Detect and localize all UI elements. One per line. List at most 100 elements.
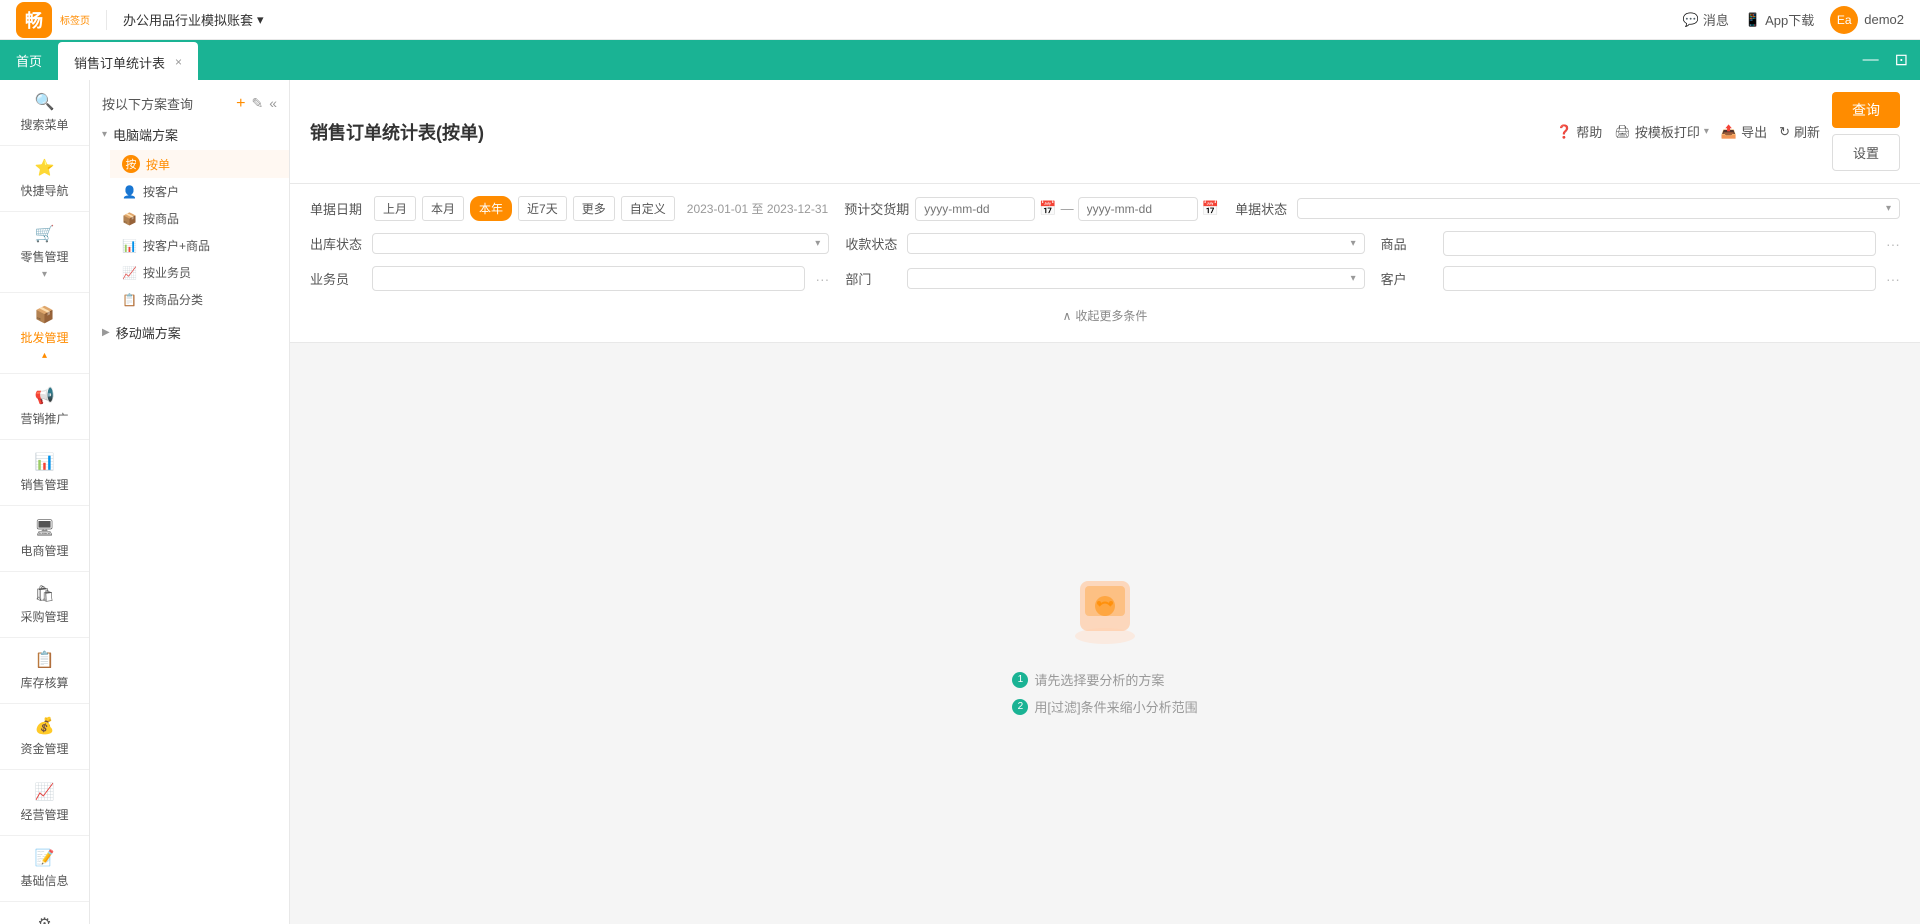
empty-tips: 1 请先选择要分析的方案 2 用[过滤]条件来缩小分析范围 [1012, 670, 1197, 716]
wholesale-icon: 📦 [35, 305, 55, 325]
status-filter-group: 单据状态 ▾ [1235, 198, 1900, 219]
tree-item-by-salesperson[interactable]: 📈 按业务员 [110, 259, 289, 286]
sidebar-item-ecommerce[interactable]: 🖥 电商管理 [0, 506, 89, 572]
export-btn[interactable]: 📤 导出 [1721, 122, 1767, 141]
product-icon: 📦 [122, 212, 137, 226]
tree-mobile-expand-icon: ▶ [102, 327, 110, 338]
star-icon: ⭐ [35, 158, 55, 178]
tree-pc-section[interactable]: ▾ 电脑端方案 [90, 119, 289, 150]
tab-close-icon[interactable]: × [175, 55, 182, 69]
sidebar-item-search[interactable]: 🔍 搜索菜单 [0, 80, 89, 146]
finance-icon: 💰 [35, 716, 55, 736]
maximize-btn[interactable]: ⊡ [1891, 46, 1912, 74]
empty-tip-2: 2 用[过滤]条件来缩小分析范围 [1012, 697, 1197, 716]
status-select[interactable]: ▾ [1297, 198, 1900, 219]
tab-active[interactable]: 销售订单统计表 × [58, 42, 198, 82]
filter-row-1: 单据日期 上月 本月 本年 近7天 更多 自定义 2023-01-01 至 20… [310, 196, 1900, 221]
date-btn-this-year[interactable]: 本年 [470, 196, 512, 221]
sidebar-item-finance[interactable]: 💰 资金管理 [0, 704, 89, 770]
product-filter-group: 商品 ··· [1381, 231, 1900, 256]
date-label: 单据日期 [310, 199, 366, 218]
cal-icon-start[interactable]: 📅 [1039, 200, 1056, 217]
marketing-icon: 📢 [35, 386, 55, 406]
collapse-up-icon: ∧ [1063, 309, 1072, 323]
sidebar-item-basic[interactable]: 📝 基础信息 [0, 836, 89, 902]
sidebar-item-quick-nav[interactable]: ⭐ 快捷导航 [0, 146, 89, 212]
date-btn-last-month[interactable]: 上月 [374, 196, 416, 221]
salesperson-input[interactable] [372, 266, 805, 291]
sidebar-item-sales[interactable]: 📊 销售管理 [0, 440, 89, 506]
customer-more-icon[interactable]: ··· [1886, 271, 1900, 287]
product-label: 商品 [1381, 234, 1437, 253]
salesperson-icon: 📈 [122, 266, 137, 280]
tree-item-by-order[interactable]: 按 按单 [110, 150, 289, 178]
edit-scheme-btn[interactable]: ✎ [251, 95, 263, 113]
salesperson-filter-group: 业务员 ··· [310, 266, 829, 291]
page-header: 销售订单统计表(按单) ❓ 帮助 🖨 按模板打印 ▾ 📤 导出 [290, 80, 1920, 184]
right-panel: 销售订单统计表(按单) ❓ 帮助 🖨 按模板打印 ▾ 📤 导出 [290, 80, 1920, 924]
salesperson-label: 业务员 [310, 269, 366, 288]
chevron-up-icon: ▴ [42, 350, 47, 361]
customer-filter-group: 客户 ··· [1381, 266, 1900, 291]
sidebar-item-marketing[interactable]: 📢 营销推广 [0, 374, 89, 440]
app-download-btn[interactable]: 📱 App下载 [1745, 10, 1814, 29]
tab-home[interactable]: 首页 [0, 40, 58, 80]
topbar-right: 💬 消息 📱 App下载 Ea demo2 [1683, 6, 1904, 34]
collapse-filter-btn[interactable]: ∧ 收起更多条件 [310, 301, 1900, 330]
customer-input[interactable] [1443, 266, 1876, 291]
tree-item-by-product[interactable]: 📦 按商品 [110, 205, 289, 232]
payment-label: 收款状态 [845, 234, 901, 253]
payment-dropdown-icon: ▾ [1351, 238, 1356, 249]
collapse-panel-btn[interactable]: « [269, 95, 277, 113]
print-btn[interactable]: 🖨 按模板打印 ▾ [1614, 122, 1709, 141]
empty-state: 1 请先选择要分析的方案 2 用[过滤]条件来缩小分析范围 [290, 343, 1920, 924]
product-input[interactable] [1443, 231, 1876, 256]
expected-date-end[interactable] [1078, 197, 1198, 221]
industry-selector[interactable]: 办公用品行业模拟账套 ▾ [123, 10, 264, 29]
date-btn-this-month[interactable]: 本月 [422, 196, 464, 221]
tabbar: 首页 销售订单统计表 × — ⊡ [0, 40, 1920, 80]
payment-select[interactable]: ▾ [907, 233, 1364, 254]
query-btn[interactable]: 查询 [1832, 92, 1900, 128]
sidebar-item-operations[interactable]: 📈 经营管理 [0, 770, 89, 836]
tree-mobile-section[interactable]: ▶ 移动端方案 [90, 317, 289, 348]
delivery-dropdown-icon: ▾ [815, 238, 820, 249]
message-btn[interactable]: 💬 消息 [1683, 10, 1729, 29]
tree-item-by-customer[interactable]: 👤 按客户 [110, 178, 289, 205]
date-btn-7days[interactable]: 近7天 [518, 196, 567, 221]
filter-row-2: 出库状态 ▾ 收款状态 ▾ 商品 [310, 231, 1900, 256]
add-scheme-btn[interactable]: + [236, 95, 245, 113]
expected-date-inputs: 📅 — 📅 [915, 197, 1219, 221]
delivery-filter-group: 出库状态 ▾ [310, 233, 829, 254]
department-select[interactable]: ▾ [907, 268, 1364, 289]
sidebar-item-inventory[interactable]: 📋 库存核算 [0, 638, 89, 704]
app-download-icon: 📱 [1745, 12, 1761, 28]
app-subtitle: 标签页 [60, 12, 90, 27]
tree-item-by-customer-product[interactable]: 📊 按客户+商品 [110, 232, 289, 259]
date-btn-custom[interactable]: 自定义 [621, 196, 675, 221]
delivery-select[interactable]: ▾ [372, 233, 829, 254]
basic-icon: 📝 [35, 848, 55, 868]
sidebar-item-purchase[interactable]: 🛍 采购管理 [0, 572, 89, 638]
date-btn-group: 上月 本月 本年 近7天 更多 自定义 [374, 196, 675, 221]
settings-btn[interactable]: 设置 [1832, 134, 1900, 171]
sidebar-item-wholesale[interactable]: 📦 批发管理 ▴ [0, 293, 89, 374]
sidebar-item-system[interactable]: ⚙ 系统管理 [0, 902, 89, 924]
minimize-btn[interactable]: — [1859, 47, 1883, 73]
product-more-icon[interactable]: ··· [1886, 236, 1900, 252]
department-dropdown-icon: ▾ [1351, 273, 1356, 284]
tip-num-2: 2 [1012, 699, 1028, 715]
expected-date-start[interactable] [915, 197, 1035, 221]
user-info[interactable]: Ea demo2 [1830, 6, 1904, 34]
tree-item-by-category[interactable]: 📋 按商品分类 [110, 286, 289, 313]
department-label: 部门 [845, 269, 901, 288]
refresh-btn[interactable]: ↻ 刷新 [1779, 122, 1820, 141]
help-btn[interactable]: ❓ 帮助 [1556, 122, 1602, 141]
category-icon: 📋 [122, 293, 137, 307]
print-dropdown-icon: ▾ [1704, 126, 1709, 137]
cal-icon-end[interactable]: 📅 [1202, 200, 1219, 217]
page-header-actions: ❓ 帮助 🖨 按模板打印 ▾ 📤 导出 ↻ 刷新 [1556, 92, 1900, 171]
salesperson-more-icon[interactable]: ··· [815, 271, 829, 287]
sidebar-item-retail[interactable]: 🛒 零售管理 ▾ [0, 212, 89, 293]
date-btn-more[interactable]: 更多 [573, 196, 615, 221]
